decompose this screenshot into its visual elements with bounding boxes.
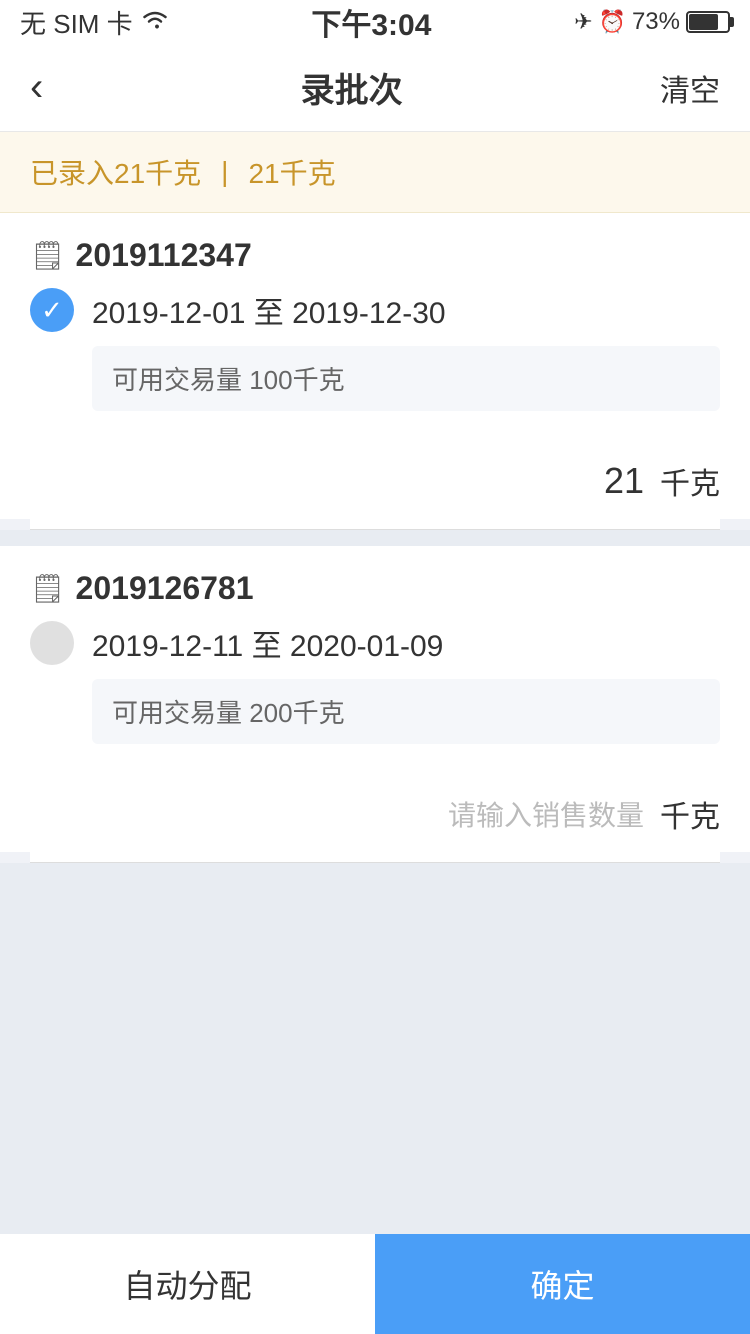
banner-divider: |: [221, 156, 228, 188]
item-date-row-2: 2019-12-11 至 2020-01-09: [30, 621, 720, 665]
item-id-2: 2019126781: [76, 570, 254, 607]
item-icon-2: 🗒: [30, 572, 66, 605]
status-right: ✈ ⏰ 73%: [574, 8, 730, 36]
info-banner: 已录入21千克 | 21千克: [0, 132, 750, 213]
item-date-row-1: ✓ 2019-12-01 至 2019-12-30: [30, 288, 720, 332]
item-availability-2: 可用交易量 200千克: [92, 679, 720, 744]
radio-checked-1[interactable]: ✓: [30, 288, 74, 332]
radio-unchecked-2[interactable]: [30, 621, 74, 665]
item-availability-1: 可用交易量 100千克: [92, 346, 720, 411]
recorded-label: 已录入21千克: [30, 152, 201, 192]
item-card-2: 🗒 2019126781 2019-12-11 至 2020-01-09 可用交…: [0, 546, 750, 768]
battery-icon: [686, 11, 730, 33]
check-icon-1: ✓: [41, 295, 63, 326]
item-icon-1: 🗒: [30, 239, 66, 272]
clear-button[interactable]: 清空: [660, 66, 720, 110]
battery-percent: 73%: [632, 8, 680, 36]
back-button[interactable]: ‹: [30, 65, 43, 110]
quantity-row-1: 21 千克: [0, 435, 750, 519]
input-underline-2: [30, 852, 720, 863]
item-header-1: 🗒 2019112347: [30, 237, 720, 274]
wifi-icon: [141, 8, 169, 36]
item-date-2: 2019-12-11 至 2020-01-09: [92, 621, 443, 665]
alarm-icon: ⏰: [599, 9, 626, 35]
status-bar: 无 SIM 卡 下午3:04 ✈ ⏰ 73%: [0, 0, 750, 44]
location-icon: ✈: [574, 9, 592, 35]
input-unit-2: 千克: [660, 792, 720, 836]
item-card-1: 🗒 2019112347 ✓ 2019-12-01 至 2019-12-30 可…: [0, 213, 750, 435]
item-header-2: 🗒 2019126781: [30, 570, 720, 607]
status-left: 无 SIM 卡: [20, 4, 169, 41]
carrier-text: 无 SIM 卡: [20, 4, 133, 41]
recorded-value: 21千克: [248, 152, 335, 192]
quantity-value-1[interactable]: 21: [604, 460, 644, 502]
status-time: 下午3:04: [311, 0, 431, 44]
quantity-unit-1: 千克: [660, 459, 720, 503]
input-row-2: 请输入销售数量 千克: [0, 768, 750, 852]
nav-bar: ‹ 录批次 清空: [0, 44, 750, 132]
item-date-1: 2019-12-01 至 2019-12-30: [92, 288, 446, 332]
section-separator: [0, 530, 750, 546]
page-title: 录批次: [301, 63, 403, 112]
quantity-divider-1: [30, 519, 720, 530]
auto-distribute-button[interactable]: 自动分配: [0, 1234, 375, 1334]
input-placeholder-2: 请输入销售数量: [448, 794, 644, 834]
confirm-button[interactable]: 确定: [375, 1234, 750, 1334]
item-id-1: 2019112347: [76, 237, 252, 274]
bottom-buttons: 自动分配 确定: [0, 1234, 750, 1334]
